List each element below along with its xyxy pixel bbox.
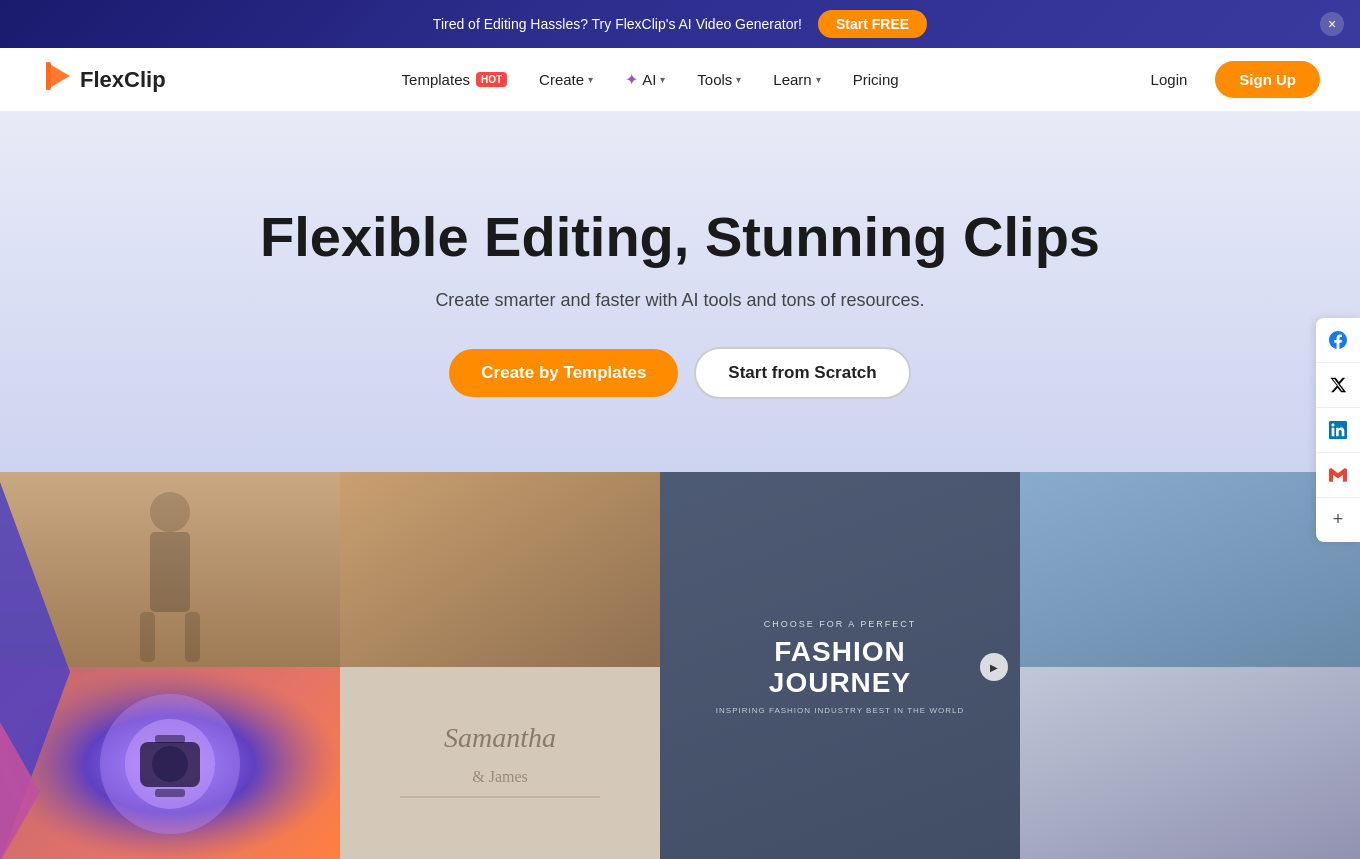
svg-text:Samantha: Samantha xyxy=(444,722,556,753)
nav-item-ai[interactable]: ✦ AI ▾ xyxy=(613,62,677,97)
svg-rect-6 xyxy=(150,532,190,612)
left-decoration-svg xyxy=(0,472,70,859)
person-svg-1 xyxy=(80,472,260,667)
facebook-icon xyxy=(1329,331,1347,349)
nav-item-templates-label: Templates xyxy=(402,71,470,88)
email-icon xyxy=(1329,466,1347,484)
svg-rect-7 xyxy=(140,612,155,662)
wedding-svg: Samantha & James xyxy=(340,667,660,859)
fashion-bg: CHOOSE FOR A PERFECT FASHIONJOURNEY INSP… xyxy=(660,472,1020,859)
svg-point-16 xyxy=(152,746,188,782)
gallery-item-7: Samantha & James xyxy=(340,667,660,859)
svg-rect-1 xyxy=(46,62,51,90)
twitter-icon xyxy=(1329,376,1347,394)
gallery-item-fashion: CHOOSE FOR A PERFECT FASHIONJOURNEY INSP… xyxy=(660,472,1020,859)
svg-rect-14 xyxy=(155,735,185,743)
nav-right: Login Sign Up xyxy=(1135,61,1320,98)
fashion-big-text: FASHIONJOURNEY xyxy=(769,637,911,699)
announcement-close-button[interactable]: × xyxy=(1320,12,1344,36)
hero-buttons: Create by Templates Start from Scratch xyxy=(449,347,910,399)
bride-image xyxy=(1020,667,1360,859)
logo-icon xyxy=(40,58,76,101)
outdoor-image xyxy=(1020,472,1360,667)
gallery-item-8 xyxy=(1020,667,1360,859)
nav-item-learn-label: Learn xyxy=(773,71,811,88)
svg-rect-17 xyxy=(340,667,660,859)
wedding-image: Samantha & James xyxy=(340,667,660,859)
svg-rect-8 xyxy=(185,612,200,662)
nav-links: Templates HOT Create ▾ ✦ AI ▾ Tools ▾ Le… xyxy=(390,62,911,97)
announcement-text: Tired of Editing Hassles? Try FlexClip's… xyxy=(433,16,802,32)
nav-item-create[interactable]: Create ▾ xyxy=(527,63,605,96)
start-free-button[interactable]: Start FREE xyxy=(818,10,927,38)
create-chevron-icon: ▾ xyxy=(588,74,593,85)
navbar: FlexClip Templates HOT Create ▾ ✦ AI ▾ T… xyxy=(0,48,1360,112)
play-button[interactable]: ▶ xyxy=(980,653,1008,681)
ai-sparkle-icon: ✦ xyxy=(625,70,638,89)
svg-point-5 xyxy=(150,492,190,532)
hero-subtitle: Create smarter and faster with AI tools … xyxy=(435,290,924,311)
social-sidebar: + xyxy=(1316,318,1360,542)
hot-badge: HOT xyxy=(476,72,507,87)
facebook-share-button[interactable] xyxy=(1316,318,1360,362)
gallery-item-2 xyxy=(340,472,660,667)
person-svg-2 xyxy=(340,472,660,667)
create-by-templates-button[interactable]: Create by Templates xyxy=(449,349,678,397)
announcement-bar: Tired of Editing Hassles? Try FlexClip's… xyxy=(0,0,1360,48)
fashion-small-text: CHOOSE FOR A PERFECT xyxy=(764,619,917,629)
nav-item-learn[interactable]: Learn ▾ xyxy=(761,63,832,96)
twitter-share-button[interactable] xyxy=(1316,363,1360,407)
logo-wordmark: FlexClip xyxy=(80,67,166,93)
nav-item-ai-label: AI xyxy=(642,71,656,88)
fashion-overlay: CHOOSE FOR A PERFECT FASHIONJOURNEY INSP… xyxy=(660,472,1020,859)
nav-item-templates[interactable]: Templates HOT xyxy=(390,63,519,96)
start-from-scratch-button[interactable]: Start from Scratch xyxy=(694,347,910,399)
gallery-item-4 xyxy=(1020,472,1360,667)
linkedin-share-button[interactable] xyxy=(1316,408,1360,452)
gallery-grid: CHOOSE FOR A PERFECT FASHIONJOURNEY INSP… xyxy=(0,472,1360,859)
hero-headline: Flexible Editing, Stunning Clips xyxy=(260,205,1100,269)
person-image-2 xyxy=(340,472,660,667)
nav-item-tools-label: Tools xyxy=(697,71,732,88)
email-share-button[interactable] xyxy=(1316,453,1360,497)
login-button[interactable]: Login xyxy=(1135,63,1204,96)
hero-section: Flexible Editing, Stunning Clips Create … xyxy=(0,112,1360,472)
learn-chevron-icon: ▾ xyxy=(816,74,821,85)
tools-chevron-icon: ▾ xyxy=(736,74,741,85)
fashion-sub-text: INSPIRING FASHION INDUSTRY BEST IN THE W… xyxy=(716,706,964,715)
logo[interactable]: FlexClip xyxy=(40,58,166,101)
linkedin-icon xyxy=(1329,421,1347,439)
signup-button[interactable]: Sign Up xyxy=(1215,61,1320,98)
svg-text:& James: & James xyxy=(472,768,528,785)
svg-rect-15 xyxy=(155,789,185,797)
more-share-button[interactable]: + xyxy=(1316,498,1360,542)
gallery-section: CHOOSE FOR A PERFECT FASHIONJOURNEY INSP… xyxy=(0,472,1360,859)
svg-rect-9 xyxy=(340,472,660,667)
nav-item-tools[interactable]: Tools ▾ xyxy=(685,63,753,96)
nav-item-pricing[interactable]: Pricing xyxy=(841,63,911,96)
flexclip-logo-svg xyxy=(40,58,76,94)
ai-chevron-icon: ▾ xyxy=(660,74,665,85)
nav-item-pricing-label: Pricing xyxy=(853,71,899,88)
nav-item-create-label: Create xyxy=(539,71,584,88)
